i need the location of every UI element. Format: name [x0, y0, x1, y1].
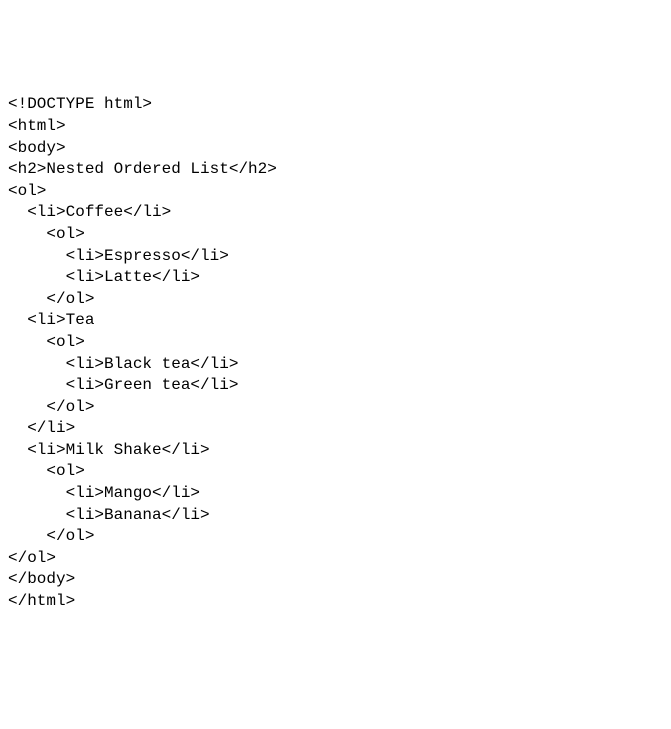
code-line: </html>	[8, 591, 663, 613]
code-line: <li>Banana</li>	[8, 505, 663, 527]
code-line: <li>Latte</li>	[8, 267, 663, 289]
code-line: <li>Espresso</li>	[8, 246, 663, 268]
code-line: <ol>	[8, 332, 663, 354]
code-line: <!DOCTYPE html>	[8, 94, 663, 116]
code-line: <h2>Nested Ordered List</h2>	[8, 159, 663, 181]
code-line: <li>Black tea</li>	[8, 354, 663, 376]
code-line: <ol>	[8, 224, 663, 246]
code-line: </body>	[8, 569, 663, 591]
code-line: <body>	[8, 138, 663, 160]
code-line: <li>Tea	[8, 310, 663, 332]
code-line: <li>Milk Shake</li>	[8, 440, 663, 462]
code-line: </ol>	[8, 289, 663, 311]
code-line: </ol>	[8, 548, 663, 570]
code-line: <ol>	[8, 461, 663, 483]
code-line: </li>	[8, 418, 663, 440]
code-line: <html>	[8, 116, 663, 138]
code-line: <li>Green tea</li>	[8, 375, 663, 397]
code-line: <li>Mango</li>	[8, 483, 663, 505]
code-line: </ol>	[8, 526, 663, 548]
code-line: <ol>	[8, 181, 663, 203]
code-line: </ol>	[8, 397, 663, 419]
code-line: <li>Coffee</li>	[8, 202, 663, 224]
code-block: <!DOCTYPE html><html><body><h2>Nested Or…	[8, 94, 663, 612]
